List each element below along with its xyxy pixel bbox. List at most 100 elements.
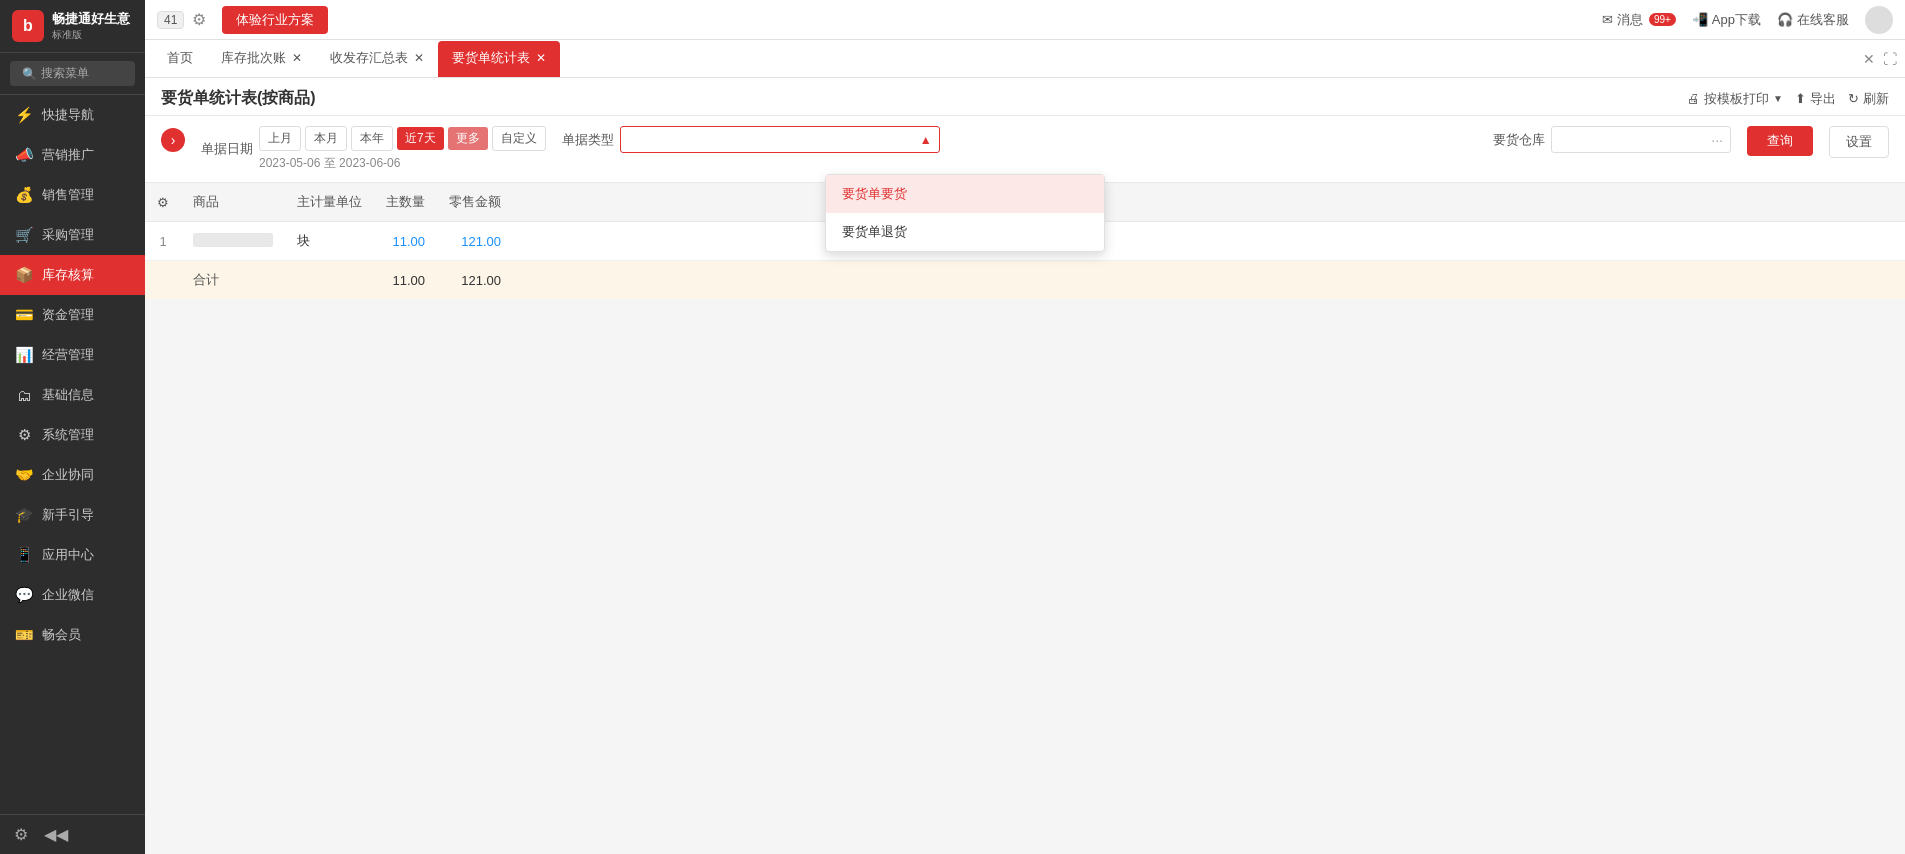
sidebar-item-marketing[interactable]: 📣 营销推广 [0, 135, 145, 175]
content-area: 要货单统计表(按商品) 🖨 按模板打印 ▼ ⬆ 导出 ↻ 刷新 › [145, 78, 1905, 854]
filter-date-col: 上月 本月 本年 近7天 更多 自定义 2023-05-06 至 2023-06… [259, 126, 546, 172]
purchase-icon: 🛒 [14, 225, 34, 245]
goods-placeholder [193, 233, 273, 247]
date-btn-last-month[interactable]: 上月 [259, 126, 301, 151]
col-goods: 商品 [181, 183, 285, 222]
cell-unit: 块 [285, 222, 374, 261]
warehouse-input[interactable] [1551, 126, 1731, 153]
date-btn-custom[interactable]: 自定义 [492, 126, 546, 151]
filter-expand-btn[interactable]: › [161, 128, 185, 152]
messages-btn[interactable]: ✉ 消息 99+ [1602, 11, 1676, 29]
sidebar-item-shortcut[interactable]: ⚡ 快捷导航 [0, 95, 145, 135]
message-icon: ✉ [1602, 12, 1613, 27]
filter-settings-btn[interactable]: 设置 [1829, 126, 1889, 158]
tab-home-label: 首页 [167, 49, 193, 67]
filter-warehouse-group: 要货仓库 ··· [1493, 126, 1731, 153]
sidebar-search-area[interactable]: 🔍 搜索菜单 [0, 53, 145, 95]
sidebar-item-finance-label: 资金管理 [42, 306, 94, 324]
sidebar-item-inventory[interactable]: 📦 库存核算 [0, 255, 145, 295]
member-icon: 🎫 [14, 625, 34, 645]
print-btn[interactable]: 🖨 按模板打印 ▼ [1687, 90, 1783, 108]
sidebar-item-wechat[interactable]: 💬 企业微信 [0, 575, 145, 615]
sidebar-item-sales-label: 销售管理 [42, 186, 94, 204]
type-label: 单据类型 [562, 131, 614, 149]
cell-no: 1 [145, 222, 181, 261]
sidebar-item-corp[interactable]: 🤝 企业协同 [0, 455, 145, 495]
sidebar-item-member[interactable]: 🎫 畅会员 [0, 615, 145, 655]
tab-inventory-batch-label: 库存批次账 [221, 49, 286, 67]
sidebar-item-inventory-label: 库存核算 [42, 266, 94, 284]
tab-close-all-icon[interactable]: ✕ [1863, 51, 1875, 67]
message-badge: 99+ [1649, 13, 1676, 26]
date-btn-more[interactable]: 更多 [448, 127, 488, 150]
topbar-right: ✉ 消息 99+ 📲 App下载 🎧 在线客服 [1602, 6, 1893, 34]
date-btn-this-month[interactable]: 本月 [305, 126, 347, 151]
print-label: 按模板打印 [1704, 90, 1769, 108]
online-service-label: 在线客服 [1797, 11, 1849, 29]
tab-home[interactable]: 首页 [153, 41, 207, 77]
collapse-icon[interactable]: ◀◀ [44, 825, 68, 844]
date-label: 单据日期 [201, 140, 253, 158]
refresh-btn[interactable]: ↻ 刷新 [1848, 90, 1889, 108]
tab-receive-summary-label: 收发存汇总表 [330, 49, 408, 67]
tab-receive-summary-close[interactable]: ✕ [414, 51, 424, 65]
tab-requisition-stats-label: 要货单统计表 [452, 49, 530, 67]
col-settings[interactable]: ⚙ [145, 183, 181, 222]
tab-expand-icon[interactable]: ⛶ [1883, 51, 1897, 67]
tab-requisition-stats[interactable]: 要货单统计表 ✕ [438, 41, 560, 77]
corp-icon: 🤝 [14, 465, 34, 485]
trial-btn[interactable]: 体验行业方案 [222, 6, 328, 34]
cell-sale-amount[interactable]: 121.00 [437, 222, 513, 261]
tab-requisition-stats-close[interactable]: ✕ [536, 51, 546, 65]
tab-bar-controls: ✕ ⛶ [1863, 51, 1897, 67]
sidebar-item-operation[interactable]: 📊 经营管理 [0, 335, 145, 375]
sidebar-item-basic[interactable]: 🗂 基础信息 [0, 375, 145, 415]
online-service-btn[interactable]: 🎧 在线客服 [1777, 11, 1849, 29]
type-dropdown: 要货单要货 要货单退货 [825, 174, 1105, 252]
app-version: 标准版 [52, 28, 130, 41]
tab-inventory-batch-close[interactable]: ✕ [292, 51, 302, 65]
export-btn[interactable]: ⬆ 导出 [1795, 90, 1836, 108]
print-dropdown-icon: ▼ [1773, 93, 1783, 104]
cell-quantity[interactable]: 11.00 [374, 222, 437, 261]
sidebar-item-guide[interactable]: 🎓 新手引导 [0, 495, 145, 535]
app-download-btn[interactable]: 📲 App下载 [1692, 11, 1761, 29]
date-btn-this-year[interactable]: 本年 [351, 126, 393, 151]
sidebar-item-purchase[interactable]: 🛒 采购管理 [0, 215, 145, 255]
query-btn[interactable]: 查询 [1747, 126, 1813, 156]
marketing-icon: 📣 [14, 145, 34, 165]
guide-icon: 🎓 [14, 505, 34, 525]
filter-type-group: 单据类型 ▲ [562, 126, 1477, 153]
content-actions: 🖨 按模板打印 ▼ ⬆ 导出 ↻ 刷新 [1687, 90, 1889, 108]
col-extra [513, 183, 1905, 222]
refresh-icon: ↻ [1848, 91, 1859, 106]
shortcut-icon: ⚡ [14, 105, 34, 125]
search-icon: 🔍 [22, 67, 37, 81]
sidebar-item-sales[interactable]: 💰 销售管理 [0, 175, 145, 215]
app-logo-icon: b [12, 10, 44, 42]
date-range-text: 2023-05-06 至 2023-06-06 [259, 155, 546, 172]
sidebar-item-operation-label: 经营管理 [42, 346, 94, 364]
sidebar-item-corp-label: 企业协同 [42, 466, 94, 484]
sidebar-nav: ⚡ 快捷导航 📣 营销推广 💰 销售管理 🛒 采购管理 📦 库存核算 💳 资金管… [0, 95, 145, 814]
sidebar-item-appstore[interactable]: 📱 应用中心 [0, 535, 145, 575]
page-title: 要货单统计表(按商品) [161, 88, 316, 109]
sidebar-item-finance[interactable]: 💳 资金管理 [0, 295, 145, 335]
dropdown-item-return[interactable]: 要货单退货 [826, 213, 1104, 251]
settings-bottom-icon[interactable]: ⚙ [14, 825, 28, 844]
sidebar-item-system[interactable]: ⚙ 系统管理 [0, 415, 145, 455]
user-avatar[interactable] [1865, 6, 1893, 34]
tab-receive-summary[interactable]: 收发存汇总表 ✕ [316, 41, 438, 77]
inventory-icon: 📦 [14, 265, 34, 285]
warehouse-more-icon[interactable]: ··· [1711, 132, 1723, 148]
type-select-input[interactable] [620, 126, 940, 153]
topbar-settings-icon[interactable]: ⚙ [192, 10, 206, 29]
date-btn-recent7[interactable]: 近7天 [397, 127, 444, 150]
tab-inventory-batch[interactable]: 库存批次账 ✕ [207, 41, 316, 77]
search-menu-btn[interactable]: 🔍 搜索菜单 [10, 61, 135, 86]
footer-extra [513, 261, 1905, 300]
sidebar-item-wechat-label: 企业微信 [42, 586, 94, 604]
sidebar-item-purchase-label: 采购管理 [42, 226, 94, 244]
dropdown-item-order[interactable]: 要货单要货 [826, 175, 1104, 213]
export-label: 导出 [1810, 90, 1836, 108]
